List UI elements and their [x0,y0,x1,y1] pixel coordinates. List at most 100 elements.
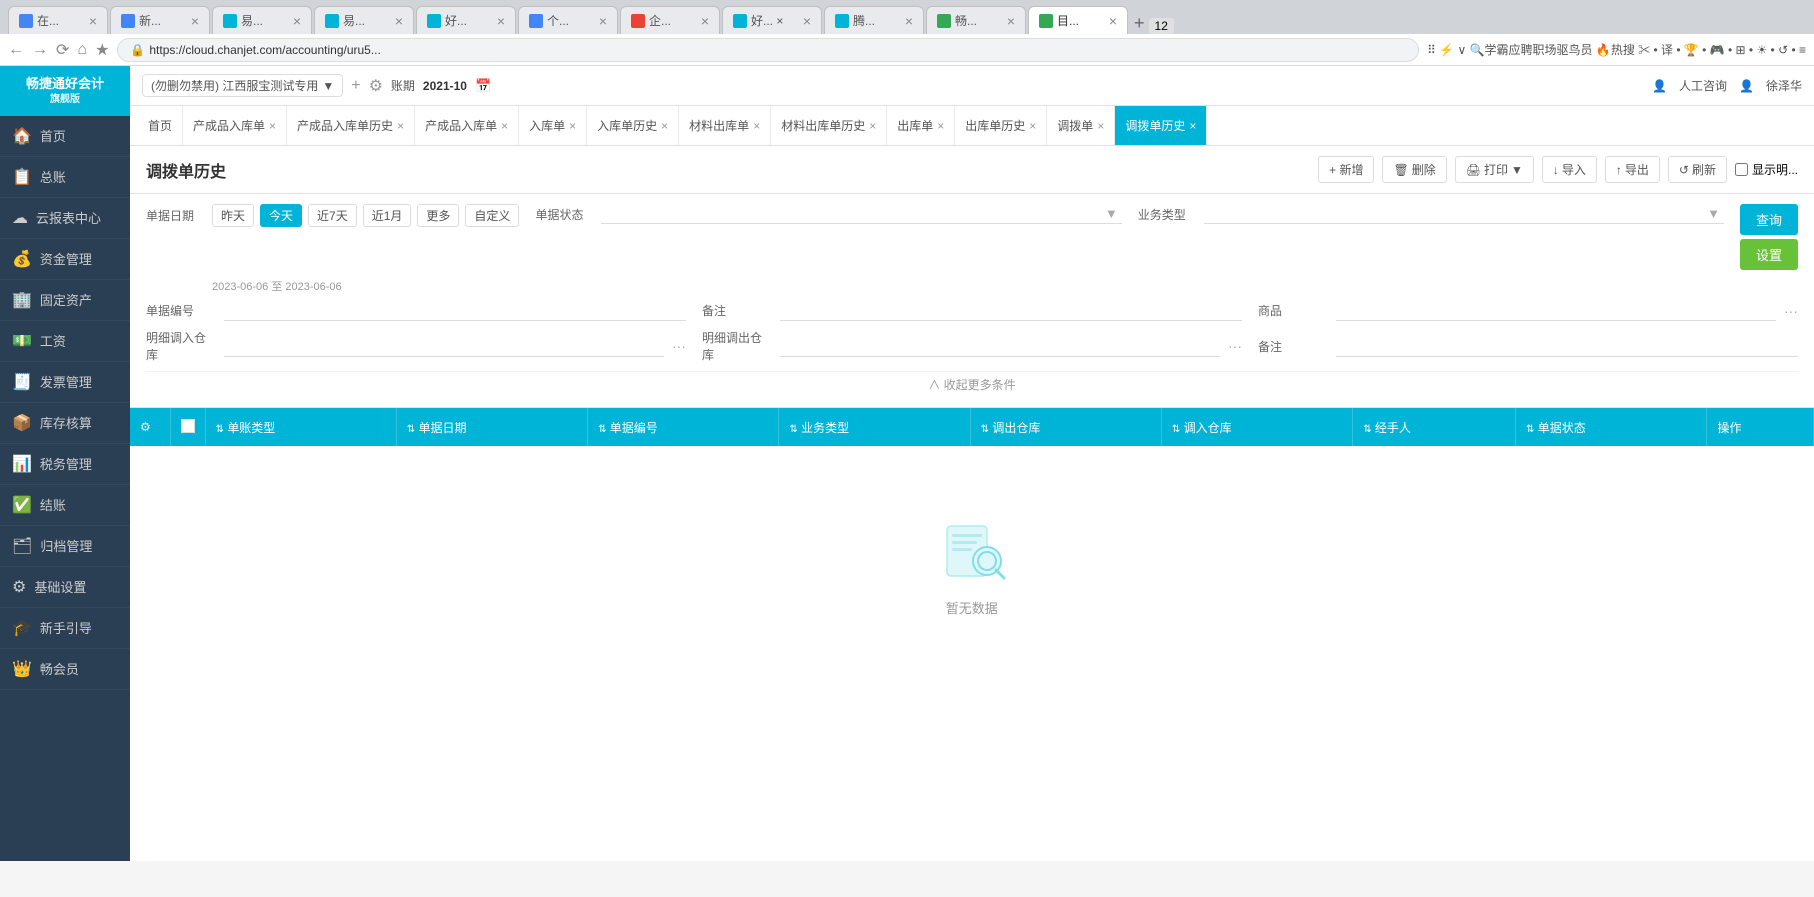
nav-tab-finished-in[interactable]: 产成品入库单 × [183,106,287,146]
refresh-button[interactable]: ↺ 刷新 [1668,156,1727,183]
nav-tab-material-out-hist-close[interactable]: × [869,119,876,133]
biztype-dropdown-icon[interactable]: ▼ [1707,206,1720,221]
tab-close-8[interactable]: × [803,13,811,29]
nav-tab-finished-in2[interactable]: 产成品入库单 × [415,106,519,146]
tab-close-7[interactable]: × [701,13,709,29]
nav-tab-storage-in-close[interactable]: × [569,119,576,133]
more-date-button[interactable]: 更多 [417,204,459,227]
nav-tab-finished-in2-close[interactable]: × [501,119,508,133]
sidebar-item-invoice[interactable]: 🧾 发票管理 [0,362,130,403]
status-input[interactable] [605,207,1104,221]
status-dropdown-icon[interactable]: ▼ [1105,206,1118,221]
nav-tab-finished-in-hist-close[interactable]: × [397,119,404,133]
th-in-wh[interactable]: ⇅ 调入仓库 [1161,408,1352,446]
nav-tab-out-hist[interactable]: 出库单历史 × [955,106,1047,146]
gear-settings-icon[interactable]: ⚙ [140,420,151,434]
nav-tab-out-hist-close[interactable]: × [1029,119,1036,133]
tab-close-3[interactable]: × [293,13,301,29]
in-wh-input[interactable] [224,336,664,357]
nav-tab-material-out-hist[interactable]: 材料出库单历史 × [771,106,887,146]
tab-close-5[interactable]: × [497,13,505,29]
tab-close-1[interactable]: × [89,13,97,29]
forward-button[interactable]: → [32,41,48,59]
browser-tab-9[interactable]: 腾... × [824,6,924,34]
url-bar[interactable]: 🔒 https://cloud.chanjet.com/accounting/u… [117,38,1419,62]
browser-tab-7[interactable]: 企... × [620,6,720,34]
browser-tab-active[interactable]: 目... × [1028,6,1128,34]
goods-input[interactable] [1336,300,1776,321]
browser-tab-6[interactable]: 个... × [518,6,618,34]
browser-tab-8[interactable]: 好... × × [722,6,822,34]
th-type[interactable]: ⇅ 单账类型 [205,408,396,446]
sidebar-item-ledger[interactable]: 📋 总账 [0,157,130,198]
th-status[interactable]: ⇅ 单据状态 [1516,408,1707,446]
th-biztype[interactable]: ⇅ 业务类型 [779,408,970,446]
nav-tab-transfer[interactable]: 调拨单 × [1047,106,1115,146]
browser-tab-5[interactable]: 好... × [416,6,516,34]
delete-button[interactable]: 🗑 删除 [1382,156,1446,183]
nav-tab-storage-in[interactable]: 入库单 × [519,106,587,146]
print-button[interactable]: 🖨 打印 ▼ [1455,156,1534,183]
refresh-browser-button[interactable]: ⟳ [56,40,69,60]
tab-close-6[interactable]: × [599,13,607,29]
browser-tab-1[interactable]: 在... × [8,6,108,34]
nav-tab-out[interactable]: 出库单 × [887,106,955,146]
last-month-button[interactable]: 近1月 [363,204,412,227]
browser-tab-2[interactable]: 新... × [110,6,210,34]
settings-filter-button[interactable]: 设置 [1740,239,1798,270]
calendar-icon[interactable]: 📅 [475,78,491,94]
th-docno[interactable]: ⇅ 单据编号 [588,408,779,446]
nav-tab-material-out-close[interactable]: × [753,119,760,133]
nav-tab-out-close[interactable]: × [937,119,944,133]
nav-tab-transfer-hist-close[interactable]: × [1189,119,1196,133]
company-selector[interactable]: (勿删勿禁用) 江西服宝测试专用 ▼ [142,74,343,97]
show-all-checkbox[interactable] [1735,163,1748,176]
goods-more-icon[interactable]: ··· [1784,303,1798,319]
nav-tab-storage-in-hist[interactable]: 入库单历史 × [587,106,679,146]
import-button[interactable]: ↓ 导入 [1542,156,1597,183]
nav-tab-transfer-hist[interactable]: 调拨单历史 × [1115,106,1207,146]
tab-close-2[interactable]: × [191,13,199,29]
nav-tab-storage-in-hist-close[interactable]: × [661,119,668,133]
tab-close-active[interactable]: × [1109,13,1117,29]
sidebar-item-assets[interactable]: 🏢 固定资产 [0,280,130,321]
today-button[interactable]: 今天 [260,204,302,227]
user-service-button[interactable]: 人工咨询 [1679,77,1727,94]
new-tab-button[interactable]: + [1134,13,1145,34]
in-wh-more-icon[interactable]: ··· [672,338,686,354]
user-name[interactable]: 徐泽华 [1766,77,1802,94]
sidebar-item-home[interactable]: 🏠 首页 [0,116,130,157]
sidebar-item-payroll[interactable]: 💵 工资 [0,321,130,362]
sidebar-item-funds[interactable]: 💰 资金管理 [0,239,130,280]
browser-tab-3[interactable]: 易... × [212,6,312,34]
docno-input[interactable] [224,300,686,321]
sidebar-item-tax[interactable]: 📊 税务管理 [0,444,130,485]
new-button[interactable]: + 新增 [1318,156,1374,183]
sidebar-item-guide[interactable]: 🎓 新手引导 [0,608,130,649]
select-all-checkbox[interactable] [181,419,195,433]
add-company-button[interactable]: + [351,77,360,95]
tab-close-4[interactable]: × [395,13,403,29]
custom-date-button[interactable]: 自定义 [465,204,519,227]
collapse-filter-button[interactable]: ∧ 收起更多条件 [146,371,1798,397]
last7-button[interactable]: 近7天 [308,204,357,227]
browser-tab-4[interactable]: 易... × [314,6,414,34]
th-date[interactable]: ⇅ 单据日期 [396,408,587,446]
out-wh-input[interactable] [780,336,1220,357]
sidebar-item-inventory[interactable]: 📦 库存核算 [0,403,130,444]
home-button[interactable]: ⌂ [77,41,87,59]
sidebar-item-close[interactable]: ✅ 结账 [0,485,130,526]
nav-tab-home[interactable]: 首页 [138,106,183,146]
nav-tab-transfer-close[interactable]: × [1097,119,1104,133]
th-out-wh[interactable]: ⇅ 调出仓库 [970,408,1161,446]
tab-close-9[interactable]: × [905,13,913,29]
company-settings-icon[interactable]: ⚙ [369,76,383,96]
sidebar-item-reports[interactable]: ☁ 云报表中心 [0,198,130,239]
query-button[interactable]: 查询 [1740,204,1798,235]
sidebar-item-archive[interactable]: 🗂 归档管理 [0,526,130,567]
sidebar-item-member[interactable]: 👑 畅会员 [0,649,130,690]
sidebar-item-settings[interactable]: ⚙ 基础设置 [0,567,130,608]
remark2-input[interactable] [1336,336,1798,357]
nav-tab-material-out[interactable]: 材料出库单 × [679,106,771,146]
bookmark-button[interactable]: ★ [95,40,109,60]
